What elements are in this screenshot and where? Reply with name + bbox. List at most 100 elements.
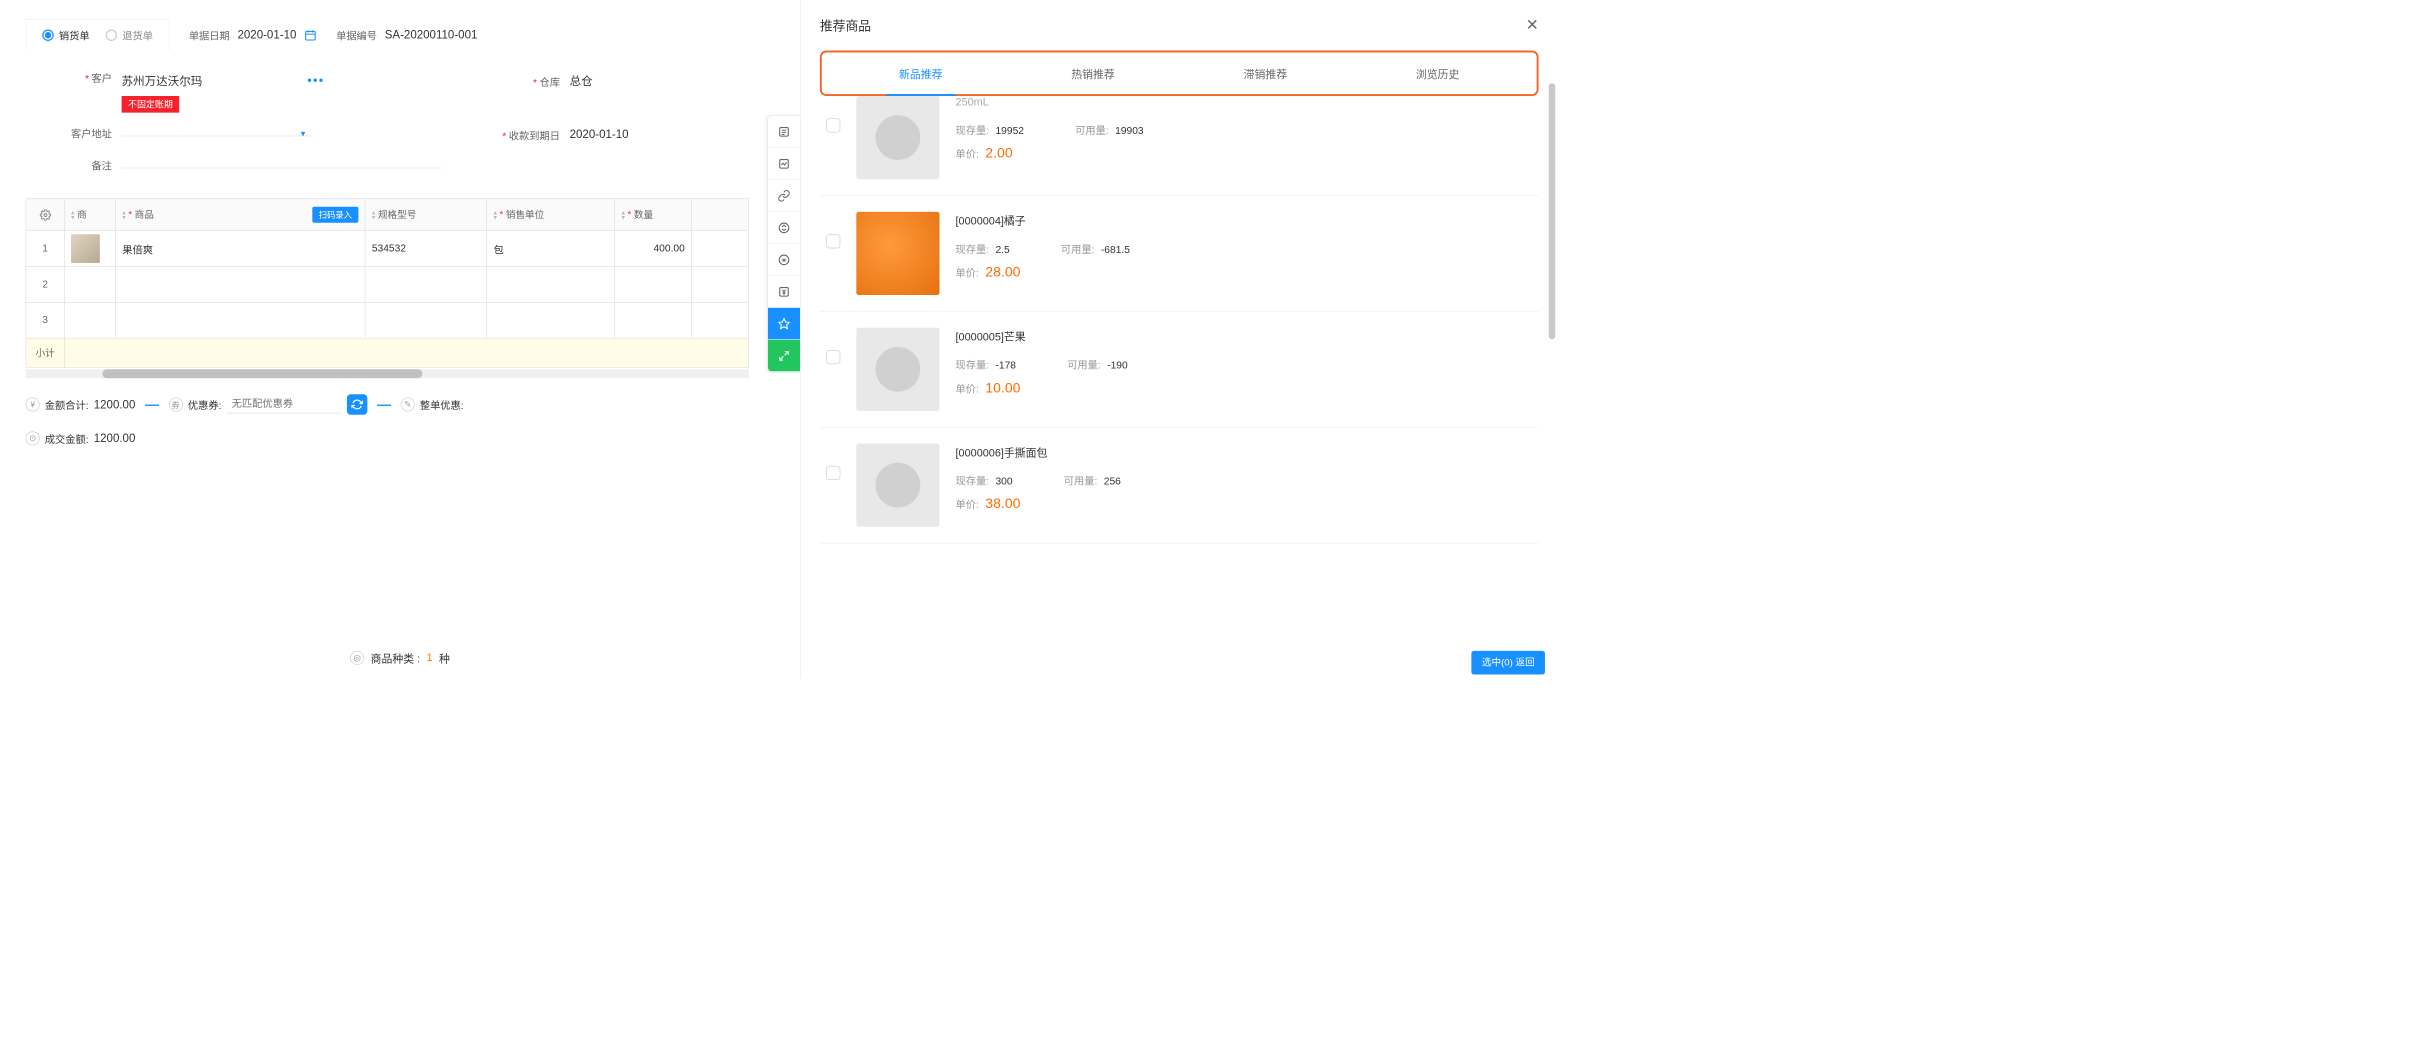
row-spec[interactable] [365,303,487,338]
doc-code-label: 单据编号 [336,27,377,42]
row-thumb [65,267,116,302]
price-label: 单价: [956,268,979,279]
sales-order-label: 销货单 [59,28,90,43]
radio-circle-icon [106,29,118,41]
stock-value: 2.5 [995,244,1009,255]
qty-column-header[interactable]: ▴▾*数量 [615,199,692,230]
swap-icon[interactable] [768,212,800,244]
remark-value[interactable] [122,162,442,168]
warehouse-value[interactable]: 总仓 [570,70,749,92]
line-items-table: ▴▾商 ▴▾*商品扫码录入 ▴▾规格型号 ▴▾*销售单位 ▴▾*数量 1 果倍爽… [26,198,749,368]
list-icon[interactable] [768,116,800,148]
row-product[interactable] [116,303,366,338]
vertical-scrollbar[interactable] [1549,83,1555,339]
sku-count-value: 1 [427,651,433,664]
return-order-radio[interactable]: 退货单 [106,28,153,43]
row-qty[interactable] [615,267,692,302]
return-order-label: 退货单 [122,28,153,43]
recommend-tab[interactable]: 热销推荐 [1052,58,1134,89]
calendar-icon[interactable] [304,28,317,41]
row-product[interactable]: 果倍爽 [116,231,366,266]
refresh-coupon-button[interactable] [347,394,367,414]
recommend-item: [0000006]手撕面包 现存量:300 可用量:256 单价:38.00 [820,428,1539,544]
due-date-value[interactable]: 2020-01-10 [570,125,749,144]
price-label: 单价: [956,384,979,395]
row-qty[interactable] [615,303,692,338]
row-index: 2 [26,267,64,302]
row-product[interactable] [116,267,366,302]
address-label: 客户地址 [71,129,112,140]
avail-value: 19903 [1115,125,1143,136]
recommend-tab[interactable]: 浏览历史 [1397,58,1479,89]
chevron-down-icon[interactable]: ▾ [301,128,306,139]
avail-value: -681.5 [1101,244,1130,255]
radio-circle-icon [42,29,54,41]
row-unit[interactable] [487,267,615,302]
row-unit[interactable] [487,303,615,338]
due-date-label: 收款到期日 [509,131,560,142]
price-value: 10.00 [985,380,1020,396]
deal-icon: ⊙ [26,431,40,445]
amount-total-value: 1200.00 [94,398,136,411]
spec-column-header[interactable]: ▴▾规格型号 [365,199,487,230]
recommend-tab[interactable]: 滞销推荐 [1224,58,1306,89]
row-index: 3 [26,303,64,338]
row-qty[interactable]: 400.00 [615,231,692,266]
table-row[interactable]: 1 果倍爽 534532 包 400.00 [26,231,748,267]
table-row[interactable]: 3 [26,303,748,339]
minus-icon: — [145,396,159,413]
stock-label: 现存量: [956,360,990,371]
customer-value[interactable]: 苏州万达沃尔玛 [122,70,301,92]
sales-order-radio[interactable]: 销货单 [42,28,89,43]
row-unit[interactable]: 包 [487,231,615,266]
table-row[interactable]: 2 [26,267,748,303]
row-spec[interactable]: 534532 [365,231,487,266]
expand-icon[interactable] [768,340,800,372]
row-index: 1 [26,231,64,266]
remark-label: 备注 [92,161,112,172]
scan-input-button[interactable]: 扫码录入 [312,207,358,223]
sku-icon: ◎ [350,651,364,665]
link-icon[interactable] [768,180,800,212]
item-name: [0000006]手撕面包 [956,444,1533,460]
minus-icon: — [377,396,391,413]
item-checkbox[interactable] [826,466,840,480]
stock-value: -178 [995,360,1016,371]
chart-icon[interactable] [768,148,800,180]
doc-date-value[interactable]: 2020-01-10 [237,28,296,41]
thumb-column-header[interactable]: ▴▾商 [65,199,116,230]
side-toolbar [767,115,800,372]
recommend-item: [0000005]芒果 现存量:-178 可用量:-190 单价:10.00 [820,312,1539,428]
horizontal-scrollbar[interactable] [26,369,749,378]
stock-label: 现存量: [956,125,990,136]
discount-icon: ✎ [401,397,415,411]
archive-icon[interactable] [768,244,800,276]
coupon-input[interactable] [227,396,342,413]
price-value: 28.00 [985,264,1020,280]
close-icon[interactable]: ✕ [1526,16,1539,35]
product-column-header[interactable]: ▴▾*商品扫码录入 [116,199,366,230]
item-checkbox[interactable] [826,234,840,248]
avail-label: 可用量: [1075,125,1109,136]
recommend-item: [0000004]橘子 现存量:2.5 可用量:-681.5 单价:28.00 [820,196,1539,312]
deal-amount-label: 成交金额: [45,431,89,446]
customer-label: 客户 [92,74,112,85]
warehouse-label: 仓库 [540,77,560,88]
recommend-tab[interactable]: 新品推荐 [880,58,962,89]
stock-value: 300 [995,476,1012,487]
unit-column-header[interactable]: ▴▾*销售单位 [487,199,615,230]
item-checkbox[interactable] [826,118,840,132]
item-checkbox[interactable] [826,350,840,364]
row-thumb [65,231,116,266]
address-value[interactable] [122,130,314,136]
currency-toolbar-icon[interactable] [768,276,800,308]
avail-label: 可用量: [1067,360,1101,371]
gear-column-header[interactable] [26,199,64,230]
sku-count-suffix: 种 [439,650,450,666]
star-icon[interactable] [768,308,800,340]
row-spec[interactable] [365,267,487,302]
selected-return-button[interactable]: 选中(0) 返回 [1472,651,1545,675]
item-image [856,328,939,411]
amount-total-label: 金额合计: [45,397,89,412]
customer-more-icon[interactable]: ••• [307,74,324,89]
